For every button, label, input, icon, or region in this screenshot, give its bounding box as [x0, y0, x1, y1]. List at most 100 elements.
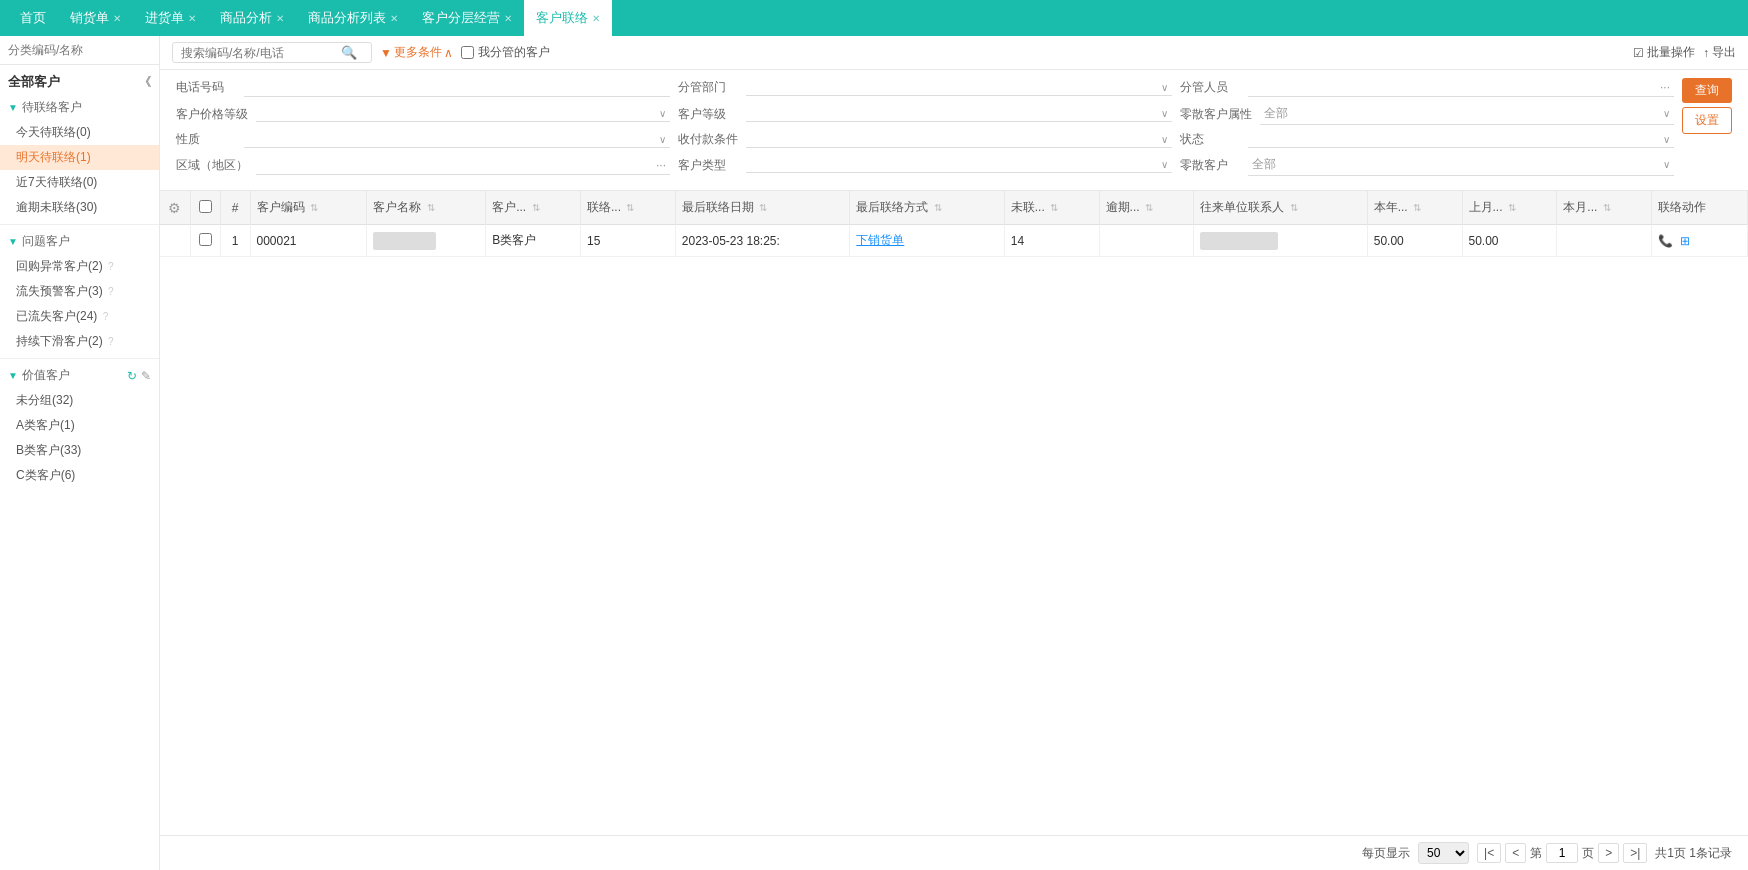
phone-input[interactable] [244, 78, 670, 97]
sort-icon-last-month[interactable]: ⇅ [1508, 202, 1516, 213]
sort-icon-name[interactable]: ⇅ [427, 202, 435, 213]
nav-close-customer-tier[interactable]: ✕ [504, 13, 512, 24]
cell-customer-type: B类客户 [486, 225, 581, 257]
query-button[interactable]: 查询 [1682, 78, 1732, 103]
customer-name-masked: Ea [373, 232, 436, 250]
dept-select[interactable]: ∨ [746, 80, 1172, 96]
manager-dots-icon[interactable]: ··· [1660, 80, 1670, 94]
customer-type-arrow-icon: ∨ [1161, 159, 1168, 170]
sidebar-item-class-b[interactable]: B类客户(33) [0, 438, 159, 463]
sidebar-item-repurchase-abnormal[interactable]: 回购异常客户(2) ? [0, 254, 159, 279]
payment-select[interactable]: ∨ [746, 132, 1172, 148]
help-icon-3: ? [103, 311, 109, 322]
sidebar-item-today-contact[interactable]: 今天待联络(0) [0, 120, 159, 145]
last-contact-method-link[interactable]: 下销货单 [856, 233, 904, 247]
customer-level-select[interactable]: ∨ [746, 106, 1172, 122]
page-input[interactable] [1546, 843, 1578, 863]
contact-action-phone-icon[interactable]: 📞 [1658, 234, 1673, 248]
col-settings: ⚙ [160, 191, 190, 225]
nav-goods-analysis-list[interactable]: 商品分析列表 ✕ [296, 0, 410, 36]
price-tier-label: 客户价格等级 [176, 106, 248, 123]
search-input[interactable] [181, 46, 341, 60]
nav-goods-analysis[interactable]: 商品分析 ✕ [208, 0, 296, 36]
export-button[interactable]: ↑ 导出 [1703, 44, 1736, 61]
retail-customer-select[interactable]: 全部 ∨ [1248, 154, 1674, 176]
sidebar-item-lost[interactable]: 已流失客户(24) ? [0, 304, 159, 329]
retail-attr-arrow-icon: ∨ [1663, 108, 1670, 119]
cell-last-contact-method: 下销货单 [850, 225, 1004, 257]
customer-type-select[interactable]: ∨ [746, 157, 1172, 173]
sort-icon-unit-contact[interactable]: ⇅ [1290, 202, 1298, 213]
sort-icon-type[interactable]: ⇅ [532, 202, 540, 213]
payment-label: 收付款条件 [678, 131, 738, 148]
prev-page-button[interactable]: < [1505, 843, 1526, 863]
retail-attr-select[interactable]: 全部 ∨ [1260, 103, 1674, 125]
batch-operation-button[interactable]: ☑ 批量操作 [1633, 44, 1695, 61]
nav-home[interactable]: 首页 [8, 0, 58, 36]
collapse-icon[interactable]: 《 [139, 74, 151, 91]
filter-row-4: 区域（地区） ··· 客户类型 ∨ [176, 154, 1674, 176]
filter-field-status: 状态 ∨ [1180, 131, 1674, 148]
sort-icon-contact[interactable]: ⇅ [626, 202, 634, 213]
more-conditions-button[interactable]: ▼ 更多条件 ∧ [380, 44, 453, 61]
settings-col-icon[interactable]: ⚙ [168, 200, 181, 216]
nav-close-goods-analysis[interactable]: ✕ [276, 13, 284, 24]
col-this-year: 本年... ⇅ [1367, 191, 1462, 225]
price-tier-select[interactable]: ∨ [256, 106, 670, 122]
cell-last-contact-date: 2023-05-23 18:25: [675, 225, 850, 257]
sort-icon-date[interactable]: ⇅ [759, 202, 767, 213]
region-dots-icon[interactable]: ··· [656, 158, 666, 172]
sidebar-item-continuous-decline[interactable]: 持续下滑客户(2) ? [0, 329, 159, 354]
sidebar-item-tomorrow-contact[interactable]: 明天待联络(1) [0, 145, 159, 170]
nav-sales[interactable]: 销货单 ✕ [58, 0, 133, 36]
sort-icon-no-contact[interactable]: ⇅ [1050, 202, 1058, 213]
search-icon[interactable]: 🔍 [341, 45, 357, 60]
sidebar-item-ungrouped[interactable]: 未分组(32) [0, 388, 159, 413]
filter-panel: 电话号码 分管部门 ∨ 分管人员 [160, 70, 1748, 191]
col-num: # [220, 191, 250, 225]
help-icon-2: ? [108, 286, 114, 297]
sidebar-item-lost-risk[interactable]: 流失预警客户(3) ? [0, 279, 159, 304]
my-customers-checkbox[interactable] [461, 46, 474, 59]
nav-close-customer-contact[interactable]: ✕ [592, 13, 600, 24]
settings-button[interactable]: 设置 [1682, 107, 1732, 134]
cell-unit-contact: masked [1194, 225, 1367, 257]
select-all-checkbox[interactable] [199, 200, 212, 213]
edit-icon[interactable]: ✎ [141, 369, 151, 383]
col-customer-code: 客户编码 ⇅ [250, 191, 367, 225]
per-page-select[interactable]: 50 100 200 [1418, 842, 1469, 864]
contact-action-more-icon[interactable]: ⊞ [1680, 234, 1690, 248]
group-pending-contact[interactable]: ▼ 待联络客户 [0, 95, 159, 120]
sort-icon-overdue[interactable]: ⇅ [1145, 202, 1153, 213]
sidebar-item-class-c[interactable]: C类客户(6) [0, 463, 159, 488]
group-value-customers[interactable]: ▼ 价值客户 ↻ ✎ [0, 363, 159, 388]
nature-select[interactable]: ∨ [244, 132, 670, 148]
nav-customer-tier[interactable]: 客户分层经营 ✕ [410, 0, 524, 36]
group-problem-customers[interactable]: ▼ 问题客户 [0, 229, 159, 254]
filter-field-phone: 电话号码 [176, 78, 670, 97]
sidebar-item-week-contact[interactable]: 近7天待联络(0) [0, 170, 159, 195]
sidebar-item-class-a[interactable]: A类客户(1) [0, 413, 159, 438]
cell-this-month [1557, 225, 1652, 257]
sort-icon-code[interactable]: ⇅ [310, 202, 318, 213]
dept-label: 分管部门 [678, 79, 738, 96]
sort-icon-method[interactable]: ⇅ [934, 202, 942, 213]
nav-close-sales[interactable]: ✕ [113, 13, 121, 24]
sort-icon-this-month[interactable]: ⇅ [1603, 202, 1611, 213]
nav-purchase[interactable]: 进货单 ✕ [133, 0, 208, 36]
col-no-contact: 未联... ⇅ [1004, 191, 1099, 225]
row-checkbox[interactable] [199, 233, 212, 246]
sort-icon-this-year[interactable]: ⇅ [1413, 202, 1421, 213]
nav-customer-contact[interactable]: 客户联络 ✕ [524, 0, 612, 36]
sidebar-item-overdue-contact[interactable]: 逾期未联络(30) [0, 195, 159, 220]
next-page-button[interactable]: > [1598, 843, 1619, 863]
refresh-icon[interactable]: ↻ [127, 369, 137, 383]
first-page-button[interactable]: |< [1477, 843, 1501, 863]
page-suffix: 页 [1582, 845, 1594, 862]
last-page-button[interactable]: >| [1623, 843, 1647, 863]
sidebar-search-input[interactable] [8, 43, 158, 57]
nav-close-goods-analysis-list[interactable]: ✕ [390, 13, 398, 24]
sidebar: 🔍 全部客户 《 ▼ 待联络客户 今天待联络(0) 明天待联络(1) 近7天待联… [0, 36, 160, 870]
status-select[interactable]: ∨ [1248, 132, 1674, 148]
nav-close-purchase[interactable]: ✕ [188, 13, 196, 24]
